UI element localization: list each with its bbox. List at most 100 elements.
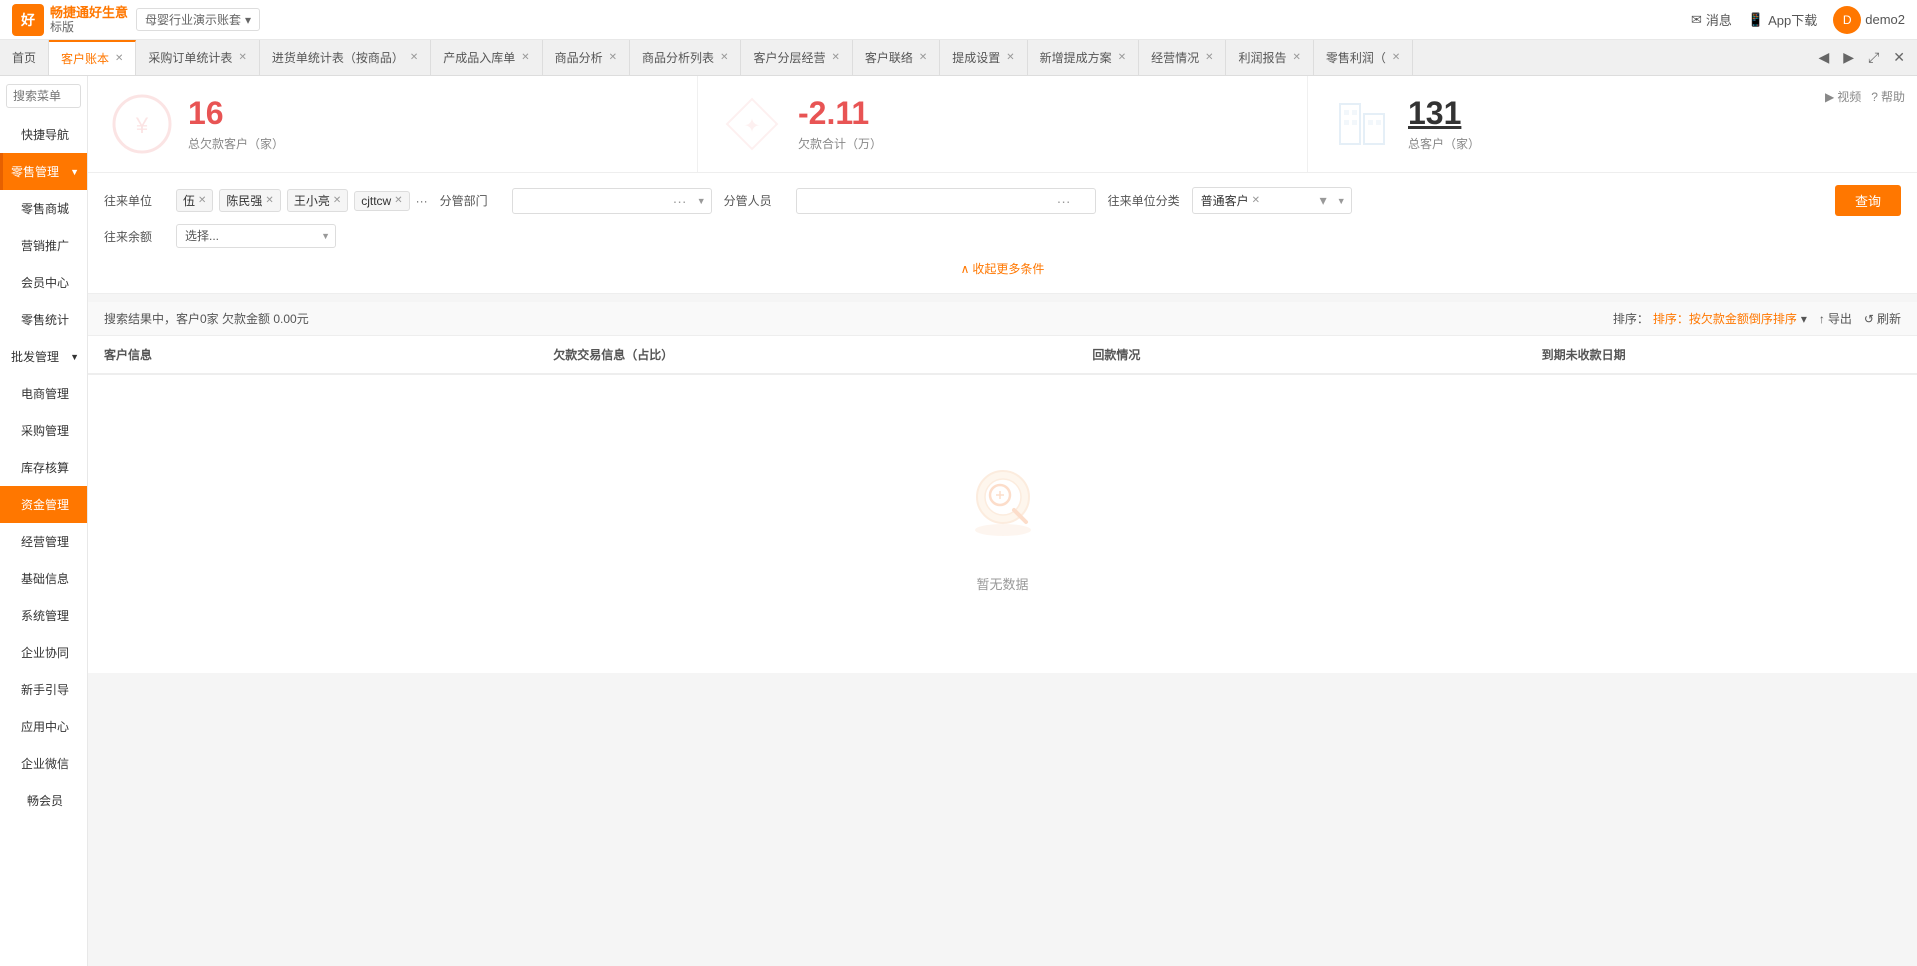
remove-tag-wang[interactable]: ✕ [333,195,341,206]
tab-retail-profit[interactable]: 零售利润（ ✕ [1314,40,1413,75]
result-actions: 排序： 排序：按欠款金额倒序排序 ▾ ↑ 导出 ↺ 刷新 [1613,310,1901,327]
close-icon[interactable]: ✕ [1118,52,1126,63]
account-dropdown[interactable]: 母婴行业演示账套 ▾ [136,8,260,31]
logo-text: 畅捷通好生意 标版 [50,5,128,35]
category-select-wrapper: 普通客户 ✕ ▾ [1192,187,1352,214]
tab-product-in[interactable]: 产成品入库单 ✕ [431,40,542,75]
tab-purchase-stat[interactable]: 采购订单统计表 ✕ [136,40,259,75]
sidebar-item-enterprise-wechat[interactable]: 企业微信 [0,745,87,782]
sidebar-item-retail-shop[interactable]: 零售商城 [0,190,87,227]
balance-select-wrapper: 选择... [176,224,336,248]
close-icon[interactable]: ✕ [1293,52,1301,63]
tab-product-analysis[interactable]: 商品分析 ✕ [543,40,630,75]
refresh-icon: ↺ [1864,312,1874,326]
tab-operations[interactable]: 经营情况 ✕ [1139,40,1226,75]
balance-select[interactable]: 选择... [176,224,336,248]
close-icon[interactable]: ✕ [1205,52,1213,63]
remove-tag-cjttcw[interactable]: ✕ [394,195,402,206]
dept-select[interactable]: ··· [512,188,712,214]
close-icon[interactable]: ✕ [720,52,728,63]
close-icon[interactable]: ✕ [1006,52,1014,63]
sort-value: 排序：按欠款金额倒序排序 [1653,310,1797,327]
tab-new-improve[interactable]: 新增提成方案 ✕ [1028,40,1139,75]
chevron-up-icon: ∧ [961,262,970,276]
sort-select[interactable]: 排序： 排序：按欠款金额倒序排序 ▾ [1613,310,1807,327]
category-select[interactable]: 普通客户 ✕ ▾ [1192,187,1352,214]
sidebar-item-inventory[interactable]: 库存核算 [0,449,87,486]
close-icon[interactable]: ✕ [831,52,839,63]
dots-icon[interactable]: ··· [673,193,687,209]
tab-inbound-stat[interactable]: 进货单统计表（按商品） ✕ [260,40,431,75]
top-bar-left: 好 畅捷通好生意 标版 母婴行业演示账套 ▾ [12,4,260,36]
close-icon[interactable]: ✕ [115,53,123,64]
user-menu[interactable]: D demo2 [1833,6,1905,34]
stat-info-debt: -2.11 欠款合计（万） [798,96,882,152]
data-table: 客户信息 欠款交易信息（占比） 回款情况 到期未收款日期 [88,336,1917,673]
company-tag-chen[interactable]: 陈民强 ✕ [219,189,280,212]
sidebar-item-quick-nav[interactable]: 快捷导航 [0,116,87,153]
chevron-icon: ▼ [70,167,79,177]
category-chevron[interactable]: ▾ [1320,192,1327,209]
logo-icon: 好 [12,4,44,36]
close-icon[interactable]: ✕ [919,52,927,63]
remove-tag-chen[interactable]: ✕ [265,195,273,206]
help-btn[interactable]: ? 帮助 [1871,88,1905,105]
sidebar-item-ecom[interactable]: 电商管理 [0,375,87,412]
company-tag-cjttcw[interactable]: cjttcw ✕ [354,191,409,211]
export-btn[interactable]: ↑ 导出 [1819,310,1852,327]
export-icon: ↑ [1819,312,1825,326]
refresh-btn[interactable]: ↺ 刷新 [1864,310,1901,327]
company-tag-wu[interactable]: 伍 ✕ [176,189,213,212]
tab-product-analysis-list[interactable]: 商品分析列表 ✕ [630,40,741,75]
sidebar-item-finance[interactable]: 资金管理 [0,486,87,523]
search-input[interactable] [6,84,81,108]
tab-customer-contact[interactable]: 客户联络 ✕ [853,40,940,75]
person-dots-icon[interactable]: ··· [1057,193,1071,209]
remove-tag-wu[interactable]: ✕ [198,195,206,206]
tab-prev-btn[interactable]: ◀ [1815,47,1834,68]
video-btn[interactable]: ▶ 视频 [1825,88,1861,105]
sidebar-item-retail-stat[interactable]: 零售统计 [0,301,87,338]
close-icon[interactable]: ✕ [410,52,418,63]
app-download-btn[interactable]: 📱 App下载 [1748,10,1817,29]
collapse-btn[interactable]: ∧ 收起更多条件 [104,256,1901,281]
close-icon[interactable]: ✕ [609,52,617,63]
all-customers-label: 总客户（家） [1408,135,1480,152]
sidebar-item-newbie[interactable]: 新手引导 [0,671,87,708]
sidebar-item-system[interactable]: 系统管理 [0,597,87,634]
sidebar-item-purchase[interactable]: 采购管理 [0,412,87,449]
tab-expand-btn[interactable]: ⤢ [1864,47,1883,68]
sidebar-item-vip[interactable]: 畅会员 [0,782,87,819]
query-button[interactable]: 查询 [1835,185,1901,216]
close-icon[interactable]: ✕ [238,52,246,63]
sidebar-item-wholesale[interactable]: 批发管理 ▼ [0,338,87,375]
sidebar-item-member-center[interactable]: 会员中心 [0,264,87,301]
tab-improve-settings[interactable]: 提成设置 ✕ [940,40,1027,75]
sidebar-item-enterprise-collab[interactable]: 企业协同 [0,634,87,671]
stat-all-customers: 131 总客户（家） ▶ 视频 ? 帮助 [1308,76,1917,172]
chevron-down-icon: ▾ [245,13,251,27]
category-tag-normal[interactable]: 普通客户 ✕ [1201,192,1260,209]
remove-category-tag[interactable]: ✕ [1252,195,1260,206]
tab-next-btn[interactable]: ▶ [1839,47,1858,68]
more-tags-btn[interactable]: ··· [416,194,428,208]
company-tag-wang[interactable]: 王小亮 ✕ [287,189,348,212]
close-icon[interactable]: ✕ [1392,52,1400,63]
tab-customer-tier[interactable]: 客户分层经营 ✕ [741,40,852,75]
filter-row-1: 往来单位 伍 ✕ 陈民强 ✕ 王小亮 ✕ cjttcw [104,185,1901,216]
sidebar-item-ops[interactable]: 经营管理 [0,523,87,560]
sidebar-item-basic[interactable]: 基础信息 [0,560,87,597]
person-select[interactable]: ··· [796,188,1096,214]
stat-total-customers: ¥ 16 总欠款客户（家） [88,76,698,172]
tab-home[interactable]: 首页 [0,40,49,75]
tab-customer-capital[interactable]: 客户账本 ✕ [49,40,136,75]
tab-close-all-btn[interactable]: ✕ [1889,47,1909,68]
sidebar-item-marketing[interactable]: 营销推广 [0,227,87,264]
tab-profit-report[interactable]: 利润报告 ✕ [1226,40,1313,75]
sidebar-item-app-center[interactable]: 应用中心 [0,708,87,745]
message-btn[interactable]: ✉ 消息 [1691,10,1732,29]
dept-select-wrapper: ··· [512,188,712,214]
sidebar-item-retail-mgmt[interactable]: 零售管理 ▼ [0,153,87,190]
tab-bar: 首页 客户账本 ✕ 采购订单统计表 ✕ 进货单统计表（按商品） ✕ 产成品入库单… [0,40,1917,76]
close-icon[interactable]: ✕ [521,52,529,63]
